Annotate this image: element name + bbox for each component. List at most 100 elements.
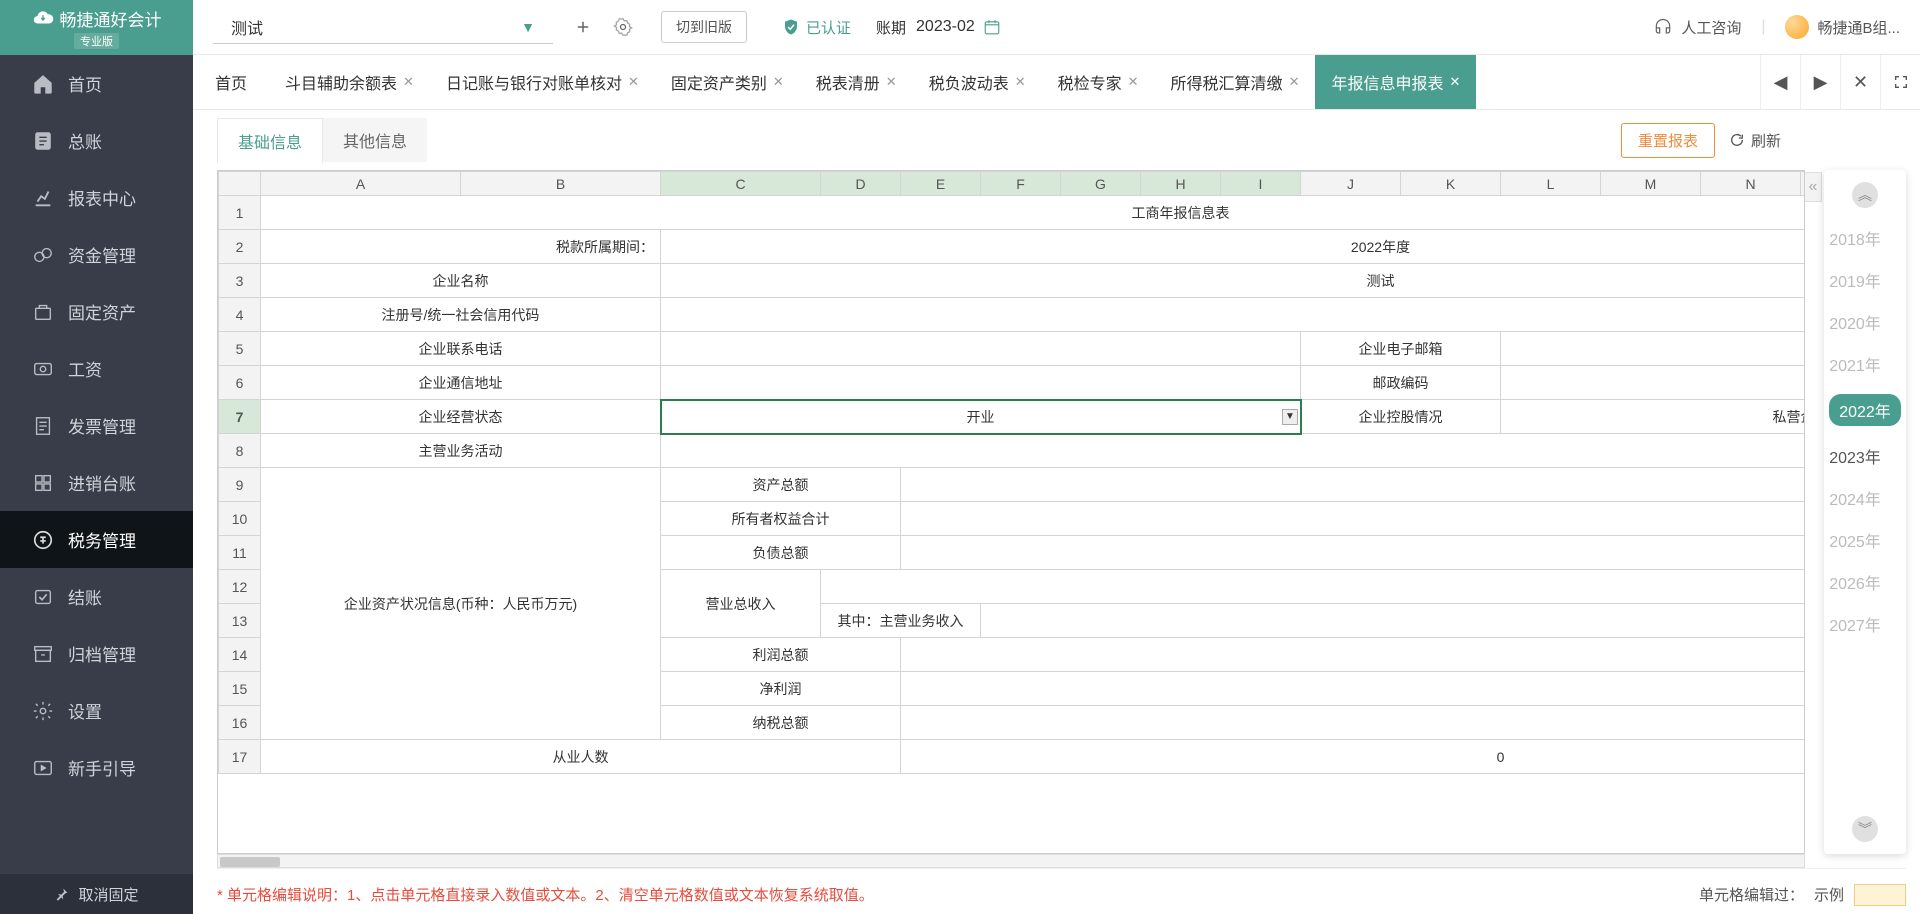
cell[interactable]: 0	[901, 740, 1806, 774]
tab-close-icon[interactable]: ✕	[1289, 74, 1300, 90]
sidebar-item-tax[interactable]: 税务管理	[0, 511, 193, 568]
cell[interactable]: 2022年度	[661, 230, 1806, 264]
sidebar-item-guide[interactable]: 新手引导	[0, 739, 193, 796]
row-head-7[interactable]: 7	[219, 400, 261, 434]
cell[interactable]	[661, 366, 1301, 400]
cell[interactable]	[1501, 366, 1806, 400]
cell[interactable]: 主营业务活动	[261, 434, 661, 468]
cell[interactable]	[661, 434, 1806, 468]
status-dropdown-cell[interactable]: 开业▼	[661, 400, 1301, 434]
tab[interactable]: 固定资产类别✕	[655, 55, 800, 109]
dropdown-arrow-icon[interactable]: ▼	[1282, 409, 1298, 425]
row-head-10[interactable]: 10	[219, 502, 261, 536]
tab-close-icon[interactable]: ✕	[403, 74, 414, 90]
row-head-17[interactable]: 17	[219, 740, 261, 774]
tab[interactable]: 年报信息申报表✕	[1315, 55, 1476, 109]
year-option[interactable]: 2024年	[1829, 486, 1901, 510]
sidebar-item-invoice[interactable]: 发票管理	[0, 397, 193, 454]
cell[interactable]: 邮政编码	[1301, 366, 1501, 400]
col-head-G[interactable]: G	[1061, 172, 1141, 196]
cell[interactable]: 其中：主营业务收入	[821, 604, 981, 638]
settings-icon[interactable]	[613, 17, 633, 37]
col-head-A[interactable]: A	[261, 172, 461, 196]
cell[interactable]: 负债总额	[661, 536, 901, 570]
year-option[interactable]: 2020年	[1829, 310, 1901, 334]
cell[interactable]	[661, 298, 1806, 332]
cell[interactable]: 纳税总额	[661, 706, 901, 740]
calendar-icon[interactable]	[983, 18, 1001, 36]
cell[interactable]	[901, 468, 1806, 502]
sidebar-item-ledger[interactable]: 总账	[0, 112, 193, 169]
cell[interactable]: 企业电子邮箱	[1301, 332, 1501, 366]
tab[interactable]: 税表清册✕	[800, 55, 913, 109]
company-selector[interactable]: 测试 ▼	[213, 10, 553, 44]
cell[interactable]: 税款所属期间：	[261, 230, 661, 264]
cell[interactable]: 企业经营状态	[261, 400, 661, 434]
select-all-corner[interactable]	[219, 172, 261, 196]
cell[interactable]	[901, 502, 1806, 536]
row-head-6[interactable]: 6	[219, 366, 261, 400]
cell[interactable]	[981, 604, 1806, 638]
cell[interactable]: 所有者权益合计	[661, 502, 901, 536]
col-head-M[interactable]: M	[1601, 172, 1701, 196]
tabs-close-button[interactable]: ✕	[1840, 55, 1880, 110]
tab[interactable]: 首页	[193, 55, 269, 109]
reset-report-button[interactable]: 重置报表	[1621, 123, 1715, 158]
row-head-12[interactable]: 12	[219, 570, 261, 604]
cell[interactable]: 资产总额	[661, 468, 901, 502]
col-head-B[interactable]: B	[461, 172, 661, 196]
year-option[interactable]: 2018年	[1829, 226, 1901, 250]
cell[interactable]: 利润总额	[661, 638, 901, 672]
row-head-3[interactable]: 3	[219, 264, 261, 298]
sidebar-item-money[interactable]: 资金管理	[0, 226, 193, 283]
sidebar-item-archive[interactable]: 归档管理	[0, 625, 193, 682]
tabs-prev-button[interactable]: ◀	[1760, 55, 1800, 110]
tab-close-icon[interactable]: ✕	[1128, 74, 1139, 90]
sidebar-item-asset[interactable]: 固定资产	[0, 283, 193, 340]
year-option[interactable]: 2027年	[1829, 612, 1901, 636]
year-option[interactable]: 2023年	[1829, 444, 1901, 468]
col-head-F[interactable]: F	[981, 172, 1061, 196]
col-head-I[interactable]: I	[1221, 172, 1301, 196]
col-head-N[interactable]: N	[1701, 172, 1801, 196]
col-head-O[interactable]: O	[1801, 172, 1806, 196]
year-option[interactable]: 2021年	[1829, 352, 1901, 376]
cell[interactable]	[901, 536, 1806, 570]
tab[interactable]: 税负波动表✕	[913, 55, 1042, 109]
sidebar-item-home[interactable]: 首页	[0, 55, 193, 112]
col-head-C[interactable]: C	[661, 172, 821, 196]
year-scroll-down[interactable]: ︾	[1852, 816, 1878, 842]
switch-old-version-button[interactable]: 切到旧版	[661, 11, 747, 43]
cell[interactable]: 测试	[661, 264, 1806, 298]
horizontal-scrollbar[interactable]	[217, 854, 1805, 868]
row-head-14[interactable]: 14	[219, 638, 261, 672]
sidebar-item-chart[interactable]: 报表中心	[0, 169, 193, 226]
year-option[interactable]: 2022年	[1829, 394, 1901, 426]
pin-toggle[interactable]: 取消固定	[0, 874, 193, 914]
row-head-11[interactable]: 11	[219, 536, 261, 570]
row-head-1[interactable]: 1	[219, 196, 261, 230]
cell[interactable]	[901, 706, 1806, 740]
tab-close-icon[interactable]: ✕	[628, 74, 639, 90]
col-head-E[interactable]: E	[901, 172, 981, 196]
tab[interactable]: 税检专家✕	[1042, 55, 1155, 109]
subtab-basic[interactable]: 基础信息	[217, 118, 323, 163]
cell[interactable]	[901, 638, 1806, 672]
year-option[interactable]: 2025年	[1829, 528, 1901, 552]
cell[interactable]: 从业人数	[261, 740, 901, 774]
subtab-other[interactable]: 其他信息	[323, 118, 427, 162]
sidebar-item-close[interactable]: 结账	[0, 568, 193, 625]
row-head-8[interactable]: 8	[219, 434, 261, 468]
cell[interactable]: 企业资产状况信息(币种：人民币万元)	[261, 468, 661, 740]
row-head-4[interactable]: 4	[219, 298, 261, 332]
year-scroll-up[interactable]: ︽	[1852, 182, 1878, 208]
cell[interactable]	[661, 332, 1301, 366]
row-head-9[interactable]: 9	[219, 468, 261, 502]
row-head-2[interactable]: 2	[219, 230, 261, 264]
user-menu[interactable]: 畅捷通B组...	[1785, 15, 1900, 39]
tab-close-icon[interactable]: ✕	[773, 74, 784, 90]
col-head-L[interactable]: L	[1501, 172, 1601, 196]
fullscreen-button[interactable]	[1880, 55, 1920, 110]
tab[interactable]: 所得税汇算清缴✕	[1155, 55, 1316, 109]
tab[interactable]: 斗目辅助余额表✕	[269, 55, 430, 109]
